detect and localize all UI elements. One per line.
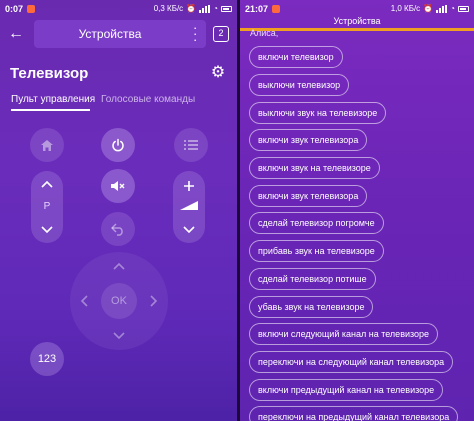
- gear-icon[interactable]: ⚙: [209, 64, 227, 82]
- tab-remote[interactable]: Пульт управления: [11, 94, 95, 105]
- return-icon: [111, 222, 123, 236]
- menu-button[interactable]: [174, 128, 208, 162]
- command-chip[interactable]: переключи на следующий канал телевизора: [249, 351, 454, 373]
- volume-control: [173, 171, 205, 243]
- tab-indicator: [11, 109, 90, 111]
- channel-control: P: [31, 171, 63, 243]
- command-chip[interactable]: включи телевизор: [249, 46, 343, 68]
- command-chip[interactable]: выключи телевизор: [249, 74, 350, 96]
- ok-button[interactable]: OK: [101, 283, 137, 319]
- wifi-icon: ◔: [213, 4, 218, 13]
- notification-icon: [27, 4, 36, 13]
- screen-title: Устройства: [78, 27, 142, 41]
- command-chip[interactable]: включи звук телевизора: [249, 129, 368, 151]
- nav-left-icon[interactable]: [80, 295, 88, 307]
- mute-button[interactable]: [101, 169, 135, 203]
- status-time: 21:07: [245, 3, 269, 14]
- assistant-prompt: Алиса,: [250, 28, 279, 38]
- tab-bar: Пульт управления Голосовые команды: [0, 94, 237, 116]
- devices-count-badge[interactable]: 2: [213, 26, 229, 42]
- command-chip[interactable]: включи следующий канал на телевизоре: [249, 323, 439, 345]
- network-speed: 1,0 КБ/с: [390, 4, 421, 13]
- nav-up-icon[interactable]: [113, 262, 125, 270]
- home-button[interactable]: [30, 128, 64, 162]
- channel-label: P: [43, 201, 51, 212]
- home-icon: [41, 139, 53, 151]
- status-bar: 0:07 0,3 КБ/с ⏰ ◔: [0, 0, 237, 17]
- mute-icon: [111, 181, 125, 191]
- nav-right-icon[interactable]: [150, 295, 158, 307]
- command-chip[interactable]: выключи звук на телевизоре: [249, 102, 387, 124]
- command-chip[interactable]: включи звук телевизора: [249, 185, 368, 207]
- status-bar: 21:07 1,0 КБ/с ⏰ ◔: [240, 0, 474, 17]
- remote-screen: 0:07 0,3 КБ/с ⏰ ◔ ← Устройства · · · 2 Тел…: [0, 0, 237, 421]
- command-chip[interactable]: переключи на предыдущий канал телевизора: [249, 406, 459, 421]
- volume-up-icon[interactable]: [183, 180, 195, 192]
- command-chip[interactable]: включи звук на телевизоре: [249, 157, 380, 179]
- notification-icon: [272, 4, 281, 13]
- back-arrow-icon[interactable]: ←: [8, 23, 26, 45]
- command-chip[interactable]: прибавь звук на телевизоре: [249, 240, 384, 262]
- command-chip[interactable]: убавь звук на телевизоре: [249, 296, 374, 318]
- status-time: 0:07: [5, 3, 24, 14]
- command-chip[interactable]: включи предыдущий канал на телевизоре: [249, 379, 444, 401]
- wifi-icon: ◔: [450, 4, 455, 13]
- numpad-button[interactable]: 123: [30, 342, 64, 376]
- alarm-icon: ⏰: [186, 4, 197, 13]
- power-button[interactable]: [101, 128, 135, 162]
- navigation-pad: OK: [70, 252, 168, 350]
- nav-down-icon[interactable]: [113, 332, 125, 340]
- alarm-icon: ⏰: [423, 4, 434, 13]
- signal-icon: [436, 4, 448, 13]
- list-icon: [184, 140, 198, 150]
- volume-down-icon[interactable]: [183, 226, 195, 234]
- device-selector[interactable]: Устройства · · ·: [34, 20, 206, 48]
- signal-icon: [199, 4, 211, 13]
- command-chip[interactable]: сделай телевизор погромче: [249, 212, 384, 234]
- channel-up-icon[interactable]: [41, 180, 53, 188]
- return-button[interactable]: [101, 212, 135, 246]
- volume-level-icon: [180, 201, 198, 210]
- battery-icon: [458, 5, 469, 12]
- power-icon: [112, 138, 124, 152]
- channel-down-icon[interactable]: [41, 226, 53, 234]
- more-menu-icon[interactable]: · · ·: [193, 21, 197, 46]
- app-bar: ← Устройства · · · 2: [0, 20, 237, 48]
- tab-voice-commands[interactable]: Голосовые команды: [101, 94, 195, 105]
- network-speed: 0,3 КБ/с: [153, 4, 184, 13]
- command-chip[interactable]: сделай телевизор потише: [249, 268, 376, 290]
- screen-title: Устройства: [333, 16, 381, 26]
- device-name: Телевизор: [10, 65, 89, 82]
- battery-icon: [221, 5, 232, 12]
